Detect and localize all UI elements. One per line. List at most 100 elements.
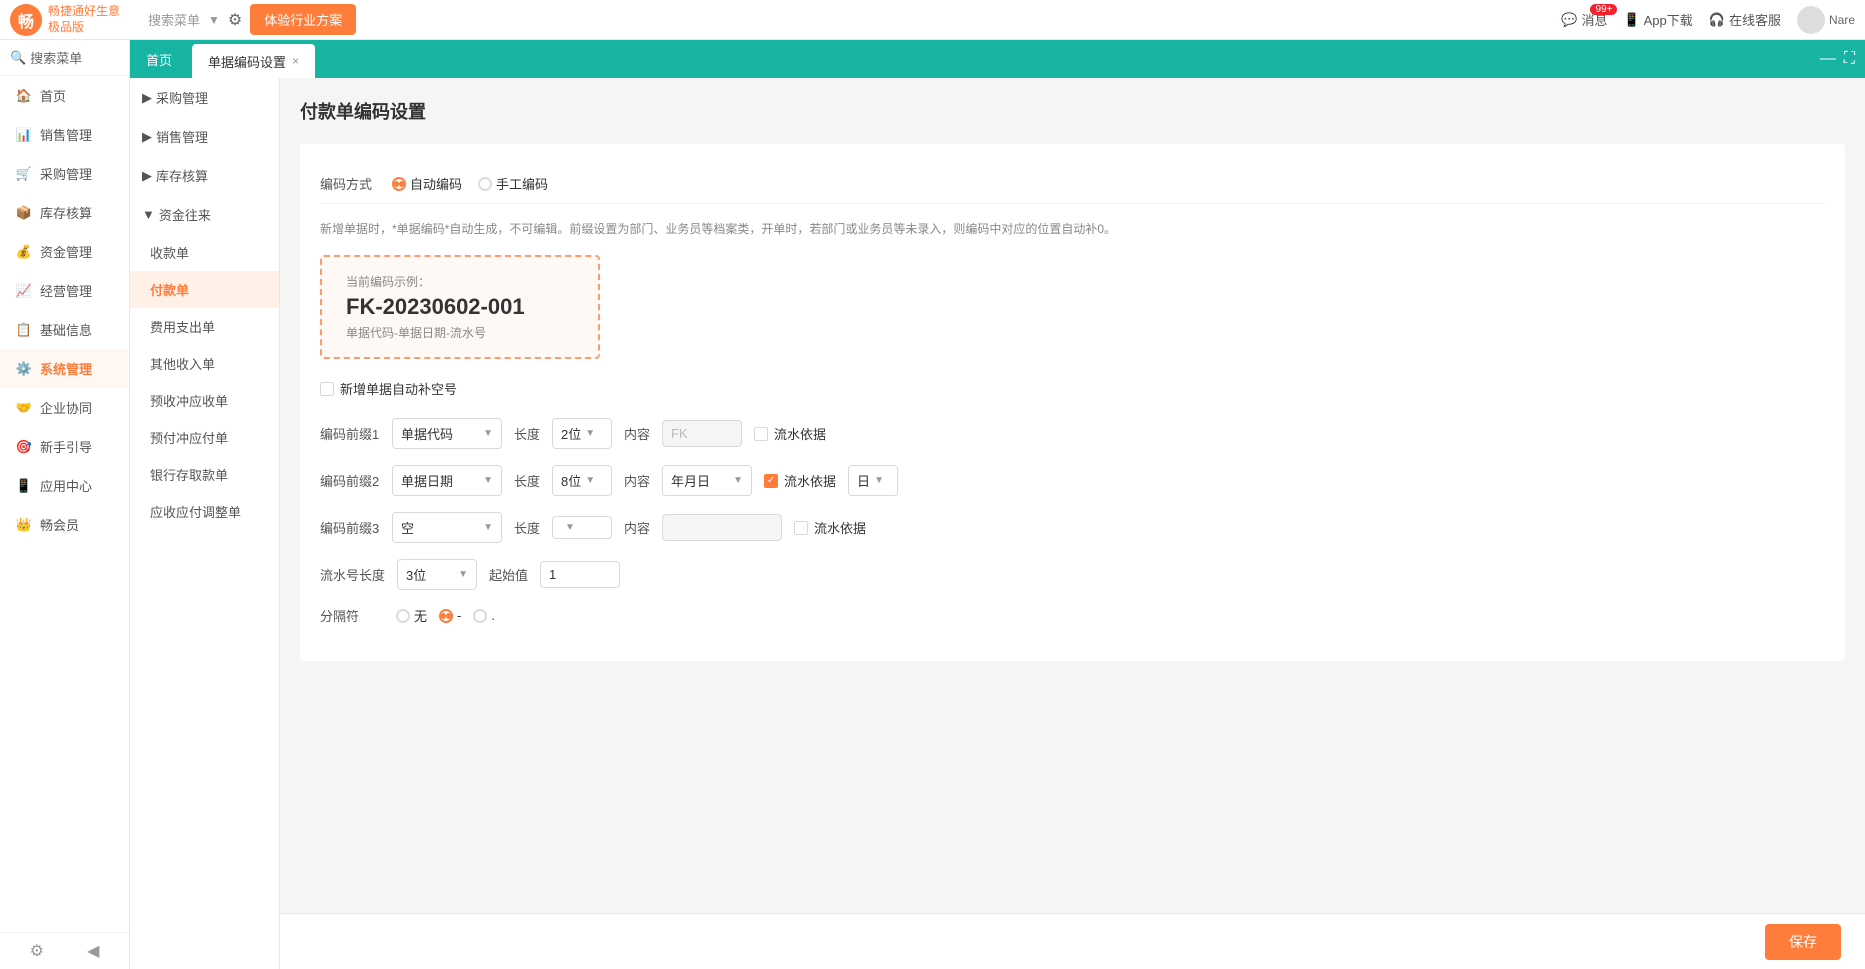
separator-row: 分隔符 无 - (320, 606, 1825, 625)
prefix3-label: 编码前缀3 (320, 518, 380, 537)
prefix2-select[interactable]: 单据日期 ▼ (392, 465, 502, 496)
sub-menu-item-bank-deposit[interactable]: 银行存取款单 (130, 456, 279, 493)
sub-menu-item-expense[interactable]: 费用支出单 (130, 308, 279, 345)
preview-code: FK-20230602-001 (346, 294, 574, 320)
prefix3-select[interactable]: 空 ▼ (392, 512, 502, 543)
sidebar: 🔍 搜索菜单 🏠 首页 📊 销售管理 🛒 采购管理 📦 库存核算 💰 资金管理 … (0, 40, 130, 969)
sidebar-item-home[interactable]: 🏠 首页 (0, 76, 129, 115)
prefix1-select[interactable]: 单据代码 ▼ (392, 418, 502, 449)
prefix2-serial-unit-select[interactable]: 日 ▼ (848, 465, 898, 496)
prefix2-serial-checkbox-box: ✓ (764, 474, 778, 488)
message-item[interactable]: 💬 消息 99+ (1561, 10, 1607, 29)
search-hint: 搜索菜单 (148, 10, 200, 29)
sub-menu-header-sales[interactable]: ▶ 销售管理 (130, 117, 279, 156)
serial-length-select[interactable]: 3位 ▼ (397, 559, 477, 590)
home-icon: 🏠 (16, 88, 32, 104)
sub-menu-header-capital[interactable]: ▼ 资金往来 (130, 195, 279, 234)
sub-menu-inventory: ▶ 库存核算 (130, 156, 279, 195)
sidebar-item-sales[interactable]: 📊 销售管理 (0, 115, 129, 154)
manual-radio[interactable]: 手工编码 (478, 174, 548, 193)
online-service-item[interactable]: 🎧 在线客服 (1709, 10, 1781, 29)
prefix3-select-arrow: ▼ (483, 522, 493, 533)
sidebar-item-purchase[interactable]: 🛒 采购管理 (0, 154, 129, 193)
prefix1-serial-checkbox[interactable]: 流水依据 (754, 424, 826, 443)
sidebar-item-system[interactable]: ⚙️ 系统管理 (0, 349, 129, 388)
sub-menu-sales: ▶ 销售管理 (130, 117, 279, 156)
preview-desc: 单据代码-单据日期-流水号 (346, 324, 574, 341)
basic-icon: 📋 (16, 322, 32, 338)
auto-fill-checkbox-box (320, 382, 334, 396)
sub-menu-item-prepay-pay[interactable]: 预付冲应付单 (130, 419, 279, 456)
sub-menu-header-inventory[interactable]: ▶ 库存核算 (130, 156, 279, 195)
separator-dot[interactable]: . (473, 608, 495, 623)
tab-home[interactable]: 首页 (130, 40, 188, 78)
page-wrapper: 付款单编码设置 编码方式 自动编码 (280, 78, 1865, 969)
settings-icon[interactable]: ⚙ (228, 10, 242, 30)
tabbar-right: — ⛶ (1820, 50, 1865, 68)
prefix1-select-arrow: ▼ (483, 428, 493, 439)
auto-fill-checkbox[interactable]: 新增单据自动补空号 (320, 379, 457, 398)
maximize-icon[interactable]: ⛶ (1844, 50, 1855, 68)
sales-icon: 📊 (16, 127, 32, 143)
separator-dash[interactable]: - (439, 608, 461, 623)
serial-length-label: 流水号长度 (320, 565, 385, 584)
prefix2-length-arrow: ▼ (585, 475, 595, 486)
sidebar-settings-icon[interactable]: ⚙ (30, 941, 44, 961)
save-button[interactable]: 保存 (1765, 924, 1841, 960)
topbar-left: 畅 畅捷通好生意 极品版 搜索菜单 ▼ ⚙ 体验行业方案 (10, 4, 356, 36)
sub-menu-item-payment[interactable]: 付款单 (130, 271, 279, 308)
message-badge: 99+ (1590, 4, 1617, 15)
sub-menu-item-other-income[interactable]: 其他收入单 (130, 345, 279, 382)
sub-menu-capital: ▼ 资金往来 收款单 付款单 费用支出单 其他收入单 (130, 195, 279, 530)
sub-sidebar: ▶ 采购管理 ▶ 销售管理 ▶ 库存核算 (130, 78, 280, 969)
content-area: 首页 单据编码设置 × — ⛶ ▶ 采购管理 (130, 40, 1865, 969)
sidebar-item-app-center[interactable]: 📱 应用中心 (0, 466, 129, 505)
app-download-item[interactable]: 📱 App下载 (1623, 10, 1692, 29)
sidebar-item-newbie[interactable]: 🎯 新手引导 (0, 427, 129, 466)
start-value-input[interactable] (540, 561, 620, 588)
prefix3-serial-checkbox[interactable]: 流水依据 (794, 518, 866, 537)
sub-menu-item-prepay-receive[interactable]: 预收冲应收单 (130, 382, 279, 419)
sub-menu-item-receipt[interactable]: 收款单 (130, 234, 279, 271)
sidebar-item-operation[interactable]: 📈 经营管理 (0, 271, 129, 310)
dropdown-arrow-icon[interactable]: ▼ (208, 13, 220, 27)
prefix1-content-input[interactable] (662, 420, 742, 447)
prefix3-length-select[interactable]: ▼ (552, 516, 612, 539)
tab-encoding-settings[interactable]: 单据编码设置 × (192, 44, 315, 78)
auto-radio[interactable]: 自动编码 (392, 174, 462, 193)
member-icon: 👑 (16, 517, 32, 533)
preview-label: 当前编码示例： (346, 273, 574, 290)
separator-none[interactable]: 无 (396, 606, 427, 625)
tab-close-icon[interactable]: × (292, 54, 299, 68)
page-content: 付款单编码设置 编码方式 自动编码 (280, 78, 1865, 913)
logo-text: 畅捷通好生意 极品版 (48, 4, 120, 35)
sidebar-item-basic[interactable]: 📋 基础信息 (0, 310, 129, 349)
sub-menu-arrow-purchase: ▶ (142, 90, 152, 106)
app-center-icon: 📱 (16, 478, 32, 494)
avatar (1797, 6, 1825, 34)
trial-button[interactable]: 体验行业方案 (250, 4, 356, 35)
separator-options: 无 - . (396, 606, 495, 625)
prefix3-content-input[interactable] (662, 514, 782, 541)
sidebar-item-enterprise[interactable]: 🤝 企业协同 (0, 388, 129, 427)
username: Nare (1829, 13, 1855, 27)
sidebar-item-finance[interactable]: 💰 资金管理 (0, 232, 129, 271)
start-value-label: 起始值 (489, 565, 528, 584)
prefix2-label: 编码前缀2 (320, 471, 380, 490)
logo: 畅 畅捷通好生意 极品版 (10, 4, 120, 36)
prefix2-length-select[interactable]: 8位 ▼ (552, 465, 612, 496)
sidebar-item-member[interactable]: 👑 畅会员 (0, 505, 129, 544)
topbar-right: 💬 消息 99+ 📱 App下载 🎧 在线客服 Nare (1561, 6, 1855, 34)
user-item[interactable]: Nare (1797, 6, 1855, 34)
sidebar-collapse-icon[interactable]: ◀ (87, 941, 99, 961)
prefix2-content-select[interactable]: 年月日 ▼ (662, 465, 752, 496)
sub-menu-item-receivable-adjust[interactable]: 应收应付调整单 (130, 493, 279, 530)
minimize-icon[interactable]: — (1820, 50, 1836, 68)
prefix1-length-select[interactable]: 2位 ▼ (552, 418, 612, 449)
sidebar-item-inventory[interactable]: 📦 库存核算 (0, 193, 129, 232)
sidebar-search[interactable]: 🔍 搜索菜单 (0, 40, 129, 76)
prefix2-serial-checkbox[interactable]: ✓ 流水依据 (764, 471, 836, 490)
sub-menu-header-purchase[interactable]: ▶ 采购管理 (130, 78, 279, 117)
encoding-method-label: 编码方式 (320, 174, 372, 193)
prefix3-serial-checkbox-box (794, 521, 808, 535)
